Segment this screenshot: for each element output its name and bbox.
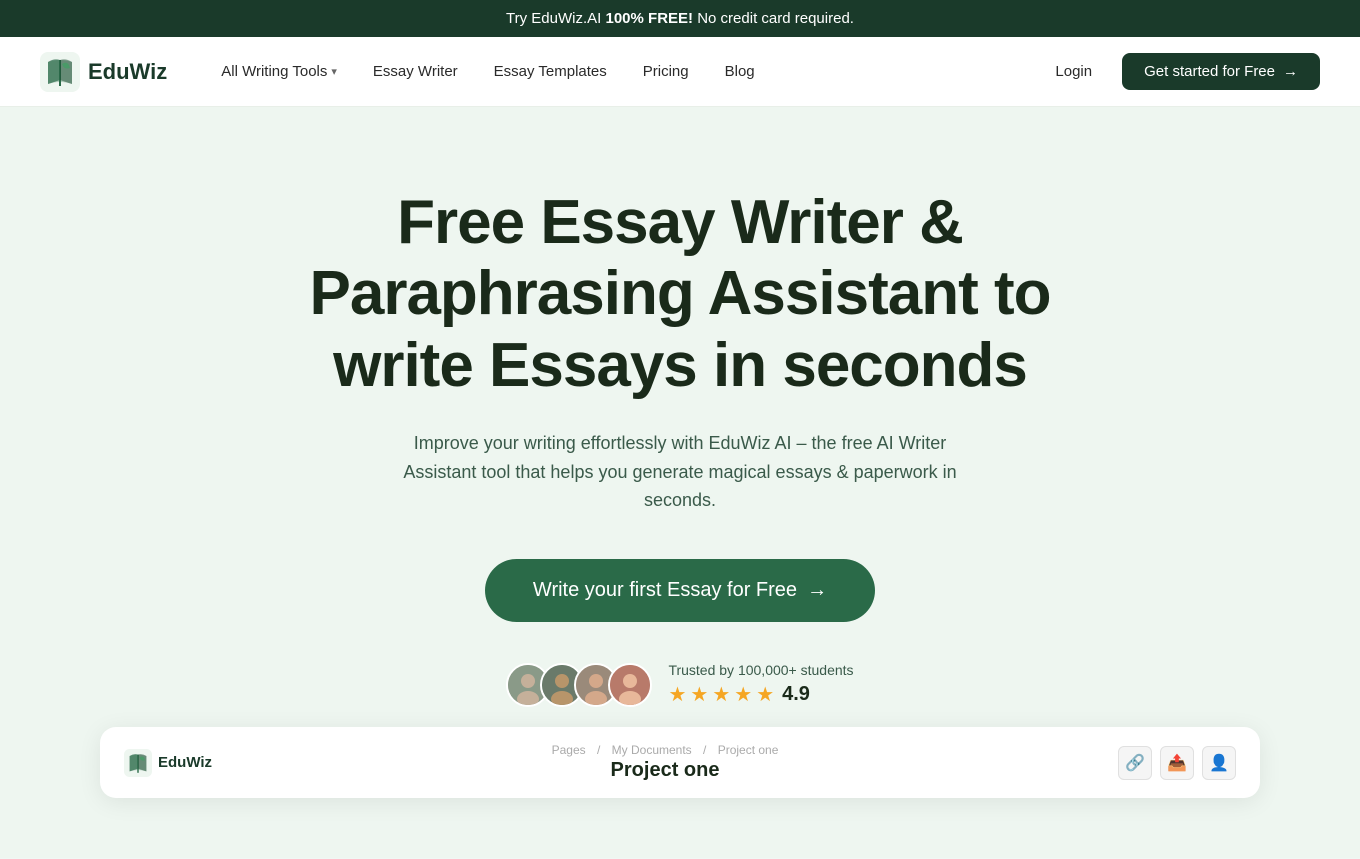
logo-link[interactable]: EduWiz (40, 52, 167, 92)
hero-section: Free Essay Writer & Paraphrasing Assista… (0, 107, 1360, 858)
banner-prefix: Try EduWiz.AI (506, 10, 605, 27)
trust-info: Trusted by 100,000+ students ★ ★ ★ ★ ★ 4… (668, 662, 853, 707)
chevron-down-icon: ▾ (331, 65, 337, 78)
logo-icon (40, 52, 80, 92)
breadcrumb: Pages / My Documents / Project one (228, 743, 1102, 757)
banner-suffix: No credit card required. (693, 10, 854, 27)
nav-all-writing-tools[interactable]: All Writing Tools ▾ (207, 55, 351, 88)
logo-text: EduWiz (88, 59, 167, 85)
social-proof: Trusted by 100,000+ students ★ ★ ★ ★ ★ 4… (20, 662, 1340, 707)
arrow-icon: → (807, 579, 827, 602)
star-icon: ★ (756, 682, 774, 707)
avatar-group (506, 663, 652, 707)
star-icon: ★ (712, 682, 730, 707)
app-preview-card: EduWiz Pages / My Documents / Project on… (100, 727, 1260, 798)
app-preview-inner: EduWiz Pages / My Documents / Project on… (100, 727, 1260, 798)
nav-blog[interactable]: Blog (711, 55, 769, 88)
doc-title: Project one (228, 759, 1102, 782)
nav-pricing[interactable]: Pricing (629, 55, 703, 88)
nav-right: Login Get started for Free → (1037, 53, 1320, 90)
arrow-icon: → (1283, 63, 1298, 80)
breadcrumb-separator: / (597, 743, 604, 757)
hero-subtitle: Improve your writing effortlessly with E… (380, 429, 980, 515)
export-button[interactable]: 📤 (1160, 746, 1194, 780)
hero-title: Free Essay Writer & Paraphrasing Assista… (280, 187, 1080, 401)
app-logo-small: EduWiz (124, 749, 212, 777)
app-logo-icon (124, 749, 152, 777)
share-button[interactable]: 👤 (1202, 746, 1236, 780)
breadcrumb-separator: / (703, 743, 710, 757)
login-button[interactable]: Login (1037, 55, 1110, 88)
nav-essay-templates[interactable]: Essay Templates (480, 55, 621, 88)
star-icon: ★ (668, 682, 686, 707)
banner-highlight: 100% FREE! (606, 10, 694, 27)
get-started-button[interactable]: Get started for Free → (1122, 53, 1320, 90)
nav-essay-writer[interactable]: Essay Writer (359, 55, 472, 88)
trust-text: Trusted by 100,000+ students (668, 662, 853, 678)
star-icon: ★ (690, 682, 708, 707)
nav-links: All Writing Tools ▾ Essay Writer Essay T… (207, 55, 1037, 88)
link-button[interactable]: 🔗 (1118, 746, 1152, 780)
navbar: EduWiz All Writing Tools ▾ Essay Writer … (0, 37, 1360, 107)
app-logo-text: EduWiz (158, 754, 212, 771)
rating-number: 4.9 (782, 683, 810, 706)
breadcrumb-area: Pages / My Documents / Project one Proje… (228, 743, 1102, 782)
star-icon: ★ (734, 682, 752, 707)
avatar (608, 663, 652, 707)
stars-row: ★ ★ ★ ★ ★ 4.9 (668, 682, 853, 707)
app-actions: 🔗 📤 👤 (1118, 746, 1236, 780)
top-banner: Try EduWiz.AI 100% FREE! No credit card … (0, 0, 1360, 37)
hero-cta-button[interactable]: Write your first Essay for Free → (485, 559, 875, 622)
